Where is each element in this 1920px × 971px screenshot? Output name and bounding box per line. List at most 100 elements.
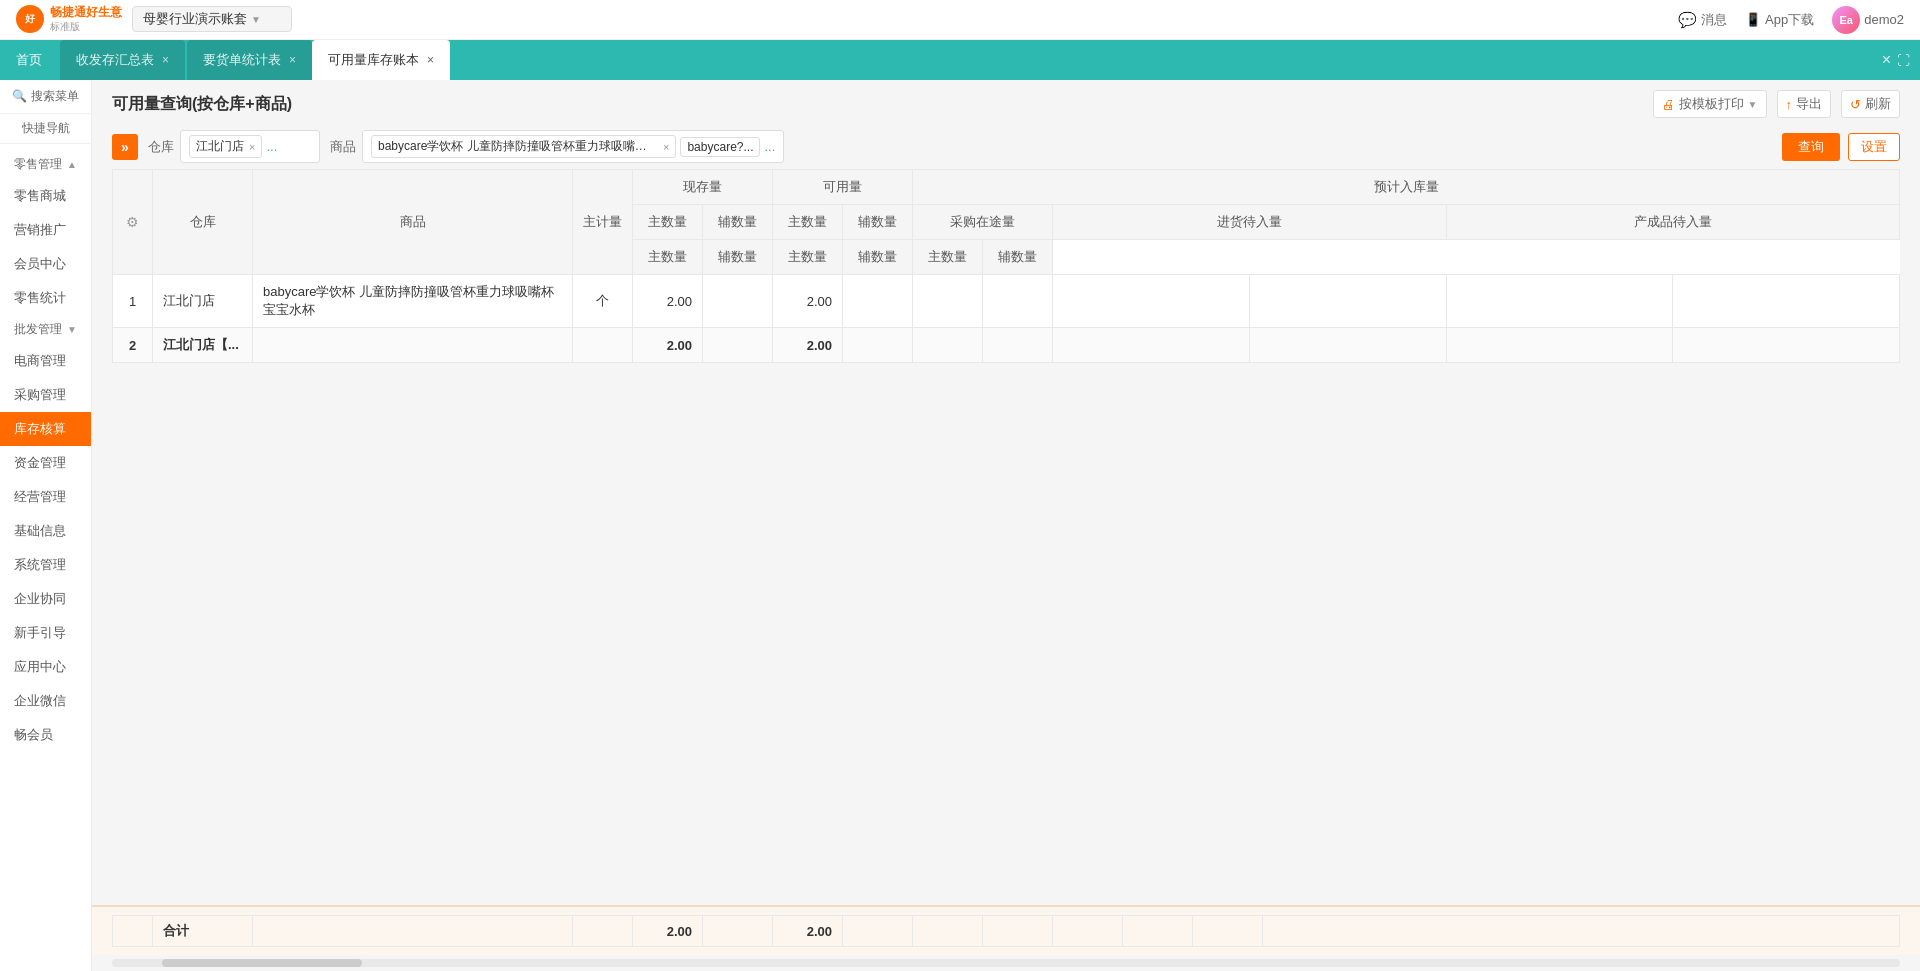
print-label: 按模板打印 bbox=[1679, 95, 1744, 113]
product-tag-1-value: babycare学饮杯 儿童防摔防撞吸管杯重力球吸嘴杯宝宝水杯 bbox=[378, 138, 658, 155]
sidebar-item-enterprise[interactable]: 企业协同 bbox=[0, 582, 91, 616]
logo-text-area: 畅捷通好生意 标准版 bbox=[50, 5, 122, 33]
logo-area: 好 畅捷通好生意 标准版 bbox=[16, 5, 122, 33]
horizontal-scrollbar[interactable] bbox=[112, 959, 1900, 967]
sidebar-item-member[interactable]: 会员中心 bbox=[0, 247, 91, 281]
query-button[interactable]: 查询 bbox=[1782, 133, 1840, 161]
tab-available-label: 可用量库存账本 bbox=[328, 51, 419, 69]
top-bar: 好 畅捷通好生意 标准版 母婴行业演示账套 ▼ 💬 消息 📱 App下载 Ea … bbox=[0, 0, 1920, 40]
tab-close-all-button[interactable]: × bbox=[1882, 51, 1891, 69]
th-current-aux-label: 辅数量 bbox=[718, 214, 757, 229]
warehouse-tag-remove[interactable]: × bbox=[249, 141, 255, 153]
search-icon: 🔍 bbox=[12, 89, 27, 103]
sidebar-item-guide-label: 新手引导 bbox=[14, 624, 66, 642]
th-available-label: 可用量 bbox=[823, 179, 862, 194]
logo-text: 畅捷通好生意 bbox=[50, 5, 122, 19]
top-bar-left: 好 畅捷通好生意 标准版 母婴行业演示账套 ▼ bbox=[16, 5, 292, 33]
product-more-button[interactable]: ... bbox=[764, 139, 775, 154]
print-button[interactable]: 🖨 按模板打印 ▼ bbox=[1653, 90, 1767, 118]
product-filter-input[interactable]: babycare学饮杯 儿童防摔防撞吸管杯重力球吸嘴杯宝宝水杯 × babyca… bbox=[362, 130, 784, 163]
tab-receipts[interactable]: 收发存汇总表 × bbox=[60, 40, 185, 80]
th-product: 商品 bbox=[253, 170, 573, 275]
user-area[interactable]: Ea demo2 bbox=[1832, 6, 1904, 34]
mobile-icon: 📱 bbox=[1745, 12, 1761, 27]
cell-inbound-main-0 bbox=[1053, 275, 1250, 328]
sidebar-item-purchase-label: 采购管理 bbox=[14, 386, 66, 404]
tab-expand-button[interactable]: ⛶ bbox=[1897, 53, 1910, 68]
tab-home[interactable]: 首页 bbox=[0, 40, 58, 80]
sidebar-item-finance[interactable]: 资金管理 bbox=[0, 446, 91, 480]
warehouse-filter-input[interactable]: 江北门店 × ... bbox=[180, 130, 320, 163]
scroll-thumb[interactable] bbox=[162, 959, 362, 967]
tab-orders[interactable]: 要货单统计表 × bbox=[187, 40, 312, 80]
filter-area: » 仓库 江北门店 × ... 商品 babycare学饮杯 儿童防摔防撞吸管杯… bbox=[92, 124, 1920, 169]
sidebar-item-basic[interactable]: 基础信息 bbox=[0, 514, 91, 548]
sidebar-item-ecommerce[interactable]: 电商管理 bbox=[0, 344, 91, 378]
sidebar-item-marketing[interactable]: 营销推广 bbox=[0, 213, 91, 247]
export-button[interactable]: ↑ 导出 bbox=[1777, 90, 1832, 118]
sidebar-item-wechat[interactable]: 企业微信 bbox=[0, 684, 91, 718]
sidebar-quick-nav[interactable]: 快捷导航 bbox=[0, 114, 91, 144]
sidebar-item-wholesale-mgmt-label: 批发管理 bbox=[14, 321, 62, 338]
table-container: ⚙ 仓库 商品 主计量 现存量 bbox=[92, 169, 1920, 905]
settings-icon[interactable]: ⚙ bbox=[126, 214, 139, 230]
sidebar-item-basic-label: 基础信息 bbox=[14, 522, 66, 540]
th-pur-on-way-main: 主数量 bbox=[633, 240, 703, 275]
cell-unit-1 bbox=[573, 328, 633, 363]
cell-pur-on-way-main-1 bbox=[913, 328, 983, 363]
cell-pur-on-way-main-0 bbox=[913, 275, 983, 328]
tab-receipts-label: 收发存汇总表 bbox=[76, 51, 154, 69]
sidebar-search[interactable]: 🔍 搜索菜单 bbox=[0, 80, 91, 114]
sidebar-item-retail-mgmt[interactable]: 零售管理 ▲ bbox=[0, 150, 91, 179]
th-inbound-main: 主数量 bbox=[773, 240, 843, 275]
cell-prod-aux-0 bbox=[1673, 275, 1900, 328]
table-row: 1 江北门店 babycare学饮杯 儿童防摔防撞吸管杯重力球吸嘴杯宝宝水杯 个… bbox=[113, 275, 1900, 328]
sidebar-item-marketing-label: 营销推广 bbox=[14, 221, 66, 239]
sidebar-item-appstore[interactable]: 应用中心 bbox=[0, 650, 91, 684]
message-button[interactable]: 💬 消息 bbox=[1678, 11, 1727, 29]
main-layout: 🔍 搜索菜单 快捷导航 零售管理 ▲ 零售商城 营销推广 会员中心 零售统计 bbox=[0, 80, 1920, 971]
industry-selector[interactable]: 母婴行业演示账套 ▼ bbox=[132, 6, 292, 32]
app-download-button[interactable]: 📱 App下载 bbox=[1745, 11, 1814, 29]
th-warehouse: 仓库 bbox=[153, 170, 253, 275]
sidebar-item-retail-mall[interactable]: 零售商城 bbox=[0, 179, 91, 213]
sidebar-item-retail-stats[interactable]: 零售统计 bbox=[0, 281, 91, 315]
page-header: 可用量查询(按仓库+商品) 🖨 按模板打印 ▼ ↑ 导出 ↺ 刷新 bbox=[92, 80, 1920, 124]
tab-home-label: 首页 bbox=[16, 51, 42, 69]
product-tag-1-remove[interactable]: × bbox=[663, 141, 669, 153]
cell-product-1 bbox=[253, 328, 573, 363]
product-tag-2: babycare?... bbox=[680, 137, 760, 157]
sidebar-item-ecommerce-label: 电商管理 bbox=[14, 352, 66, 370]
cell-available-main-0: 2.00 bbox=[773, 275, 843, 328]
cell-inbound-aux-1 bbox=[1249, 328, 1446, 363]
export-label: 导出 bbox=[1796, 95, 1822, 113]
sidebar-item-vip[interactable]: 畅会员 bbox=[0, 718, 91, 752]
tab-orders-close[interactable]: × bbox=[289, 53, 296, 67]
sidebar-item-system[interactable]: 系统管理 bbox=[0, 548, 91, 582]
th-inbound-pending: 进货待入量 bbox=[1053, 205, 1447, 240]
top-bar-right: 💬 消息 📱 App下载 Ea demo2 bbox=[1678, 6, 1904, 34]
settings-button[interactable]: 设置 bbox=[1848, 133, 1900, 161]
warehouse-more-button[interactable]: ... bbox=[266, 139, 277, 154]
sidebar: 🔍 搜索菜单 快捷导航 零售管理 ▲ 零售商城 营销推广 会员中心 零售统计 bbox=[0, 80, 92, 971]
logo-sub: 标准版 bbox=[50, 20, 122, 34]
th-product-label: 商品 bbox=[400, 214, 426, 229]
sidebar-item-purchase[interactable]: 采购管理 bbox=[0, 378, 91, 412]
cell-no-1: 2 bbox=[113, 328, 153, 363]
tab-receipts-close[interactable]: × bbox=[162, 53, 169, 67]
sidebar-item-operations[interactable]: 经营管理 bbox=[0, 480, 91, 514]
sidebar-item-guide[interactable]: 新手引导 bbox=[0, 616, 91, 650]
tab-available[interactable]: 可用量库存账本 × bbox=[312, 40, 450, 80]
user-name: demo2 bbox=[1864, 12, 1904, 27]
sidebar-item-inventory[interactable]: 库存核算 bbox=[0, 412, 91, 446]
cell-inbound-aux-0 bbox=[1249, 275, 1446, 328]
tab-available-close[interactable]: × bbox=[427, 53, 434, 67]
sidebar-item-appstore-label: 应用中心 bbox=[14, 658, 66, 676]
sidebar-item-wholesale-mgmt[interactable]: 批发管理 ▼ bbox=[0, 315, 91, 344]
sidebar-item-system-label: 系统管理 bbox=[14, 556, 66, 574]
refresh-button[interactable]: ↺ 刷新 bbox=[1841, 90, 1900, 118]
product-filter-label: 商品 bbox=[330, 138, 356, 156]
th-purchase-on-way: 采购在途量 bbox=[913, 205, 1053, 240]
footer-available-main: 2.00 bbox=[773, 916, 843, 947]
filter-toggle-button[interactable]: » bbox=[112, 134, 138, 160]
